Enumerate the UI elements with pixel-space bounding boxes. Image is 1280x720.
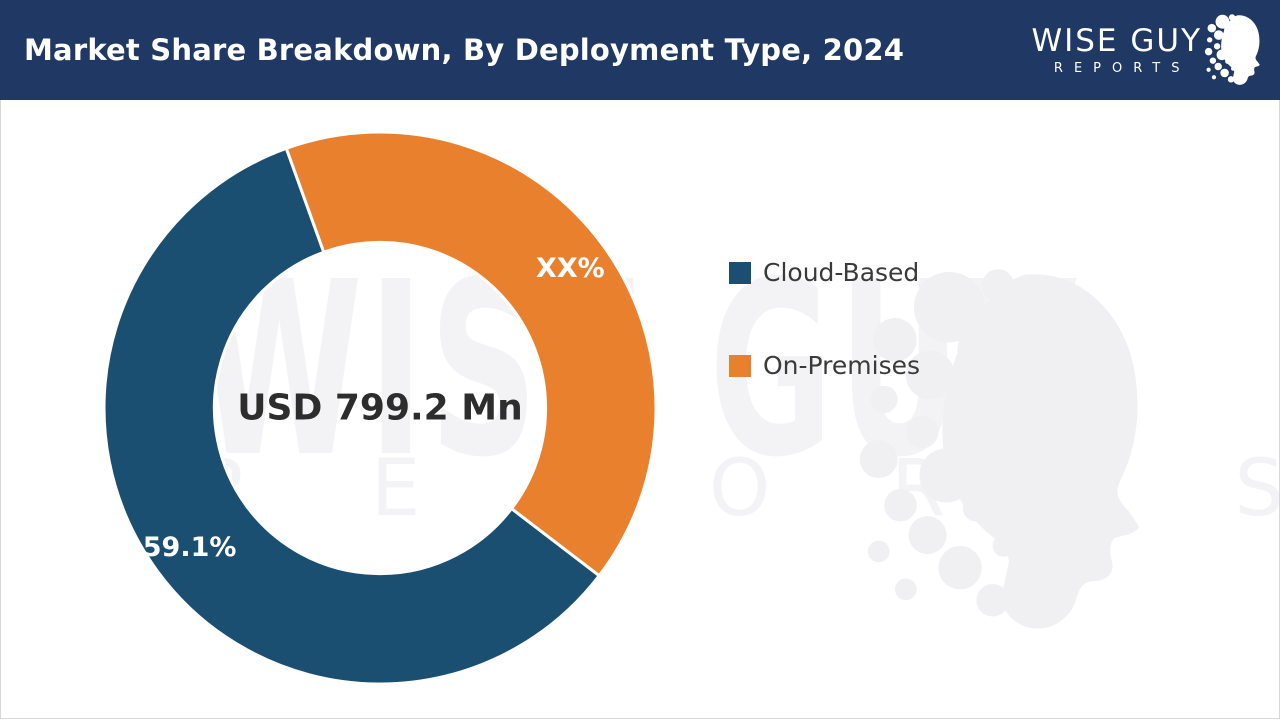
legend-item: Cloud-Based (729, 260, 920, 285)
page-title: Market Share Breakdown, By Deployment Ty… (24, 33, 905, 67)
chart-canvas: WISE GUY R E P O R T S 59.1% XX% USD 799.2… (0, 100, 1280, 719)
logo-wordmark: WISE GUY REPORTS (1031, 22, 1202, 76)
legend-label: Cloud-Based (763, 258, 920, 287)
donut-slice-on-premises (284, 130, 658, 578)
legend-swatch (729, 261, 751, 284)
logo-wordmark-text: WISE GUY (1031, 22, 1202, 59)
legend-label: On-Premises (763, 351, 921, 380)
logo-reports-text: REPORTS (1053, 60, 1191, 76)
report-figure: Market Share Breakdown, By Deployment Ty… (0, 0, 1280, 720)
donut-chart: 59.1% XX% USD 799.2 Mn (102, 130, 658, 686)
donut-center-value: USD 799.2 Mn (237, 388, 522, 429)
wise-guy-logo: WISE GUY REPORTS (1031, 10, 1266, 90)
legend-item: On-Premises (729, 353, 920, 378)
logo-face-icon (1204, 14, 1260, 85)
slice-label: 59.1% (143, 532, 237, 563)
slice-label: XX% (536, 253, 605, 284)
header-bar: Market Share Breakdown, By Deployment Ty… (0, 0, 1280, 100)
legend-swatch (729, 354, 751, 377)
chart-legend: Cloud-Based On-Premises (729, 260, 920, 446)
